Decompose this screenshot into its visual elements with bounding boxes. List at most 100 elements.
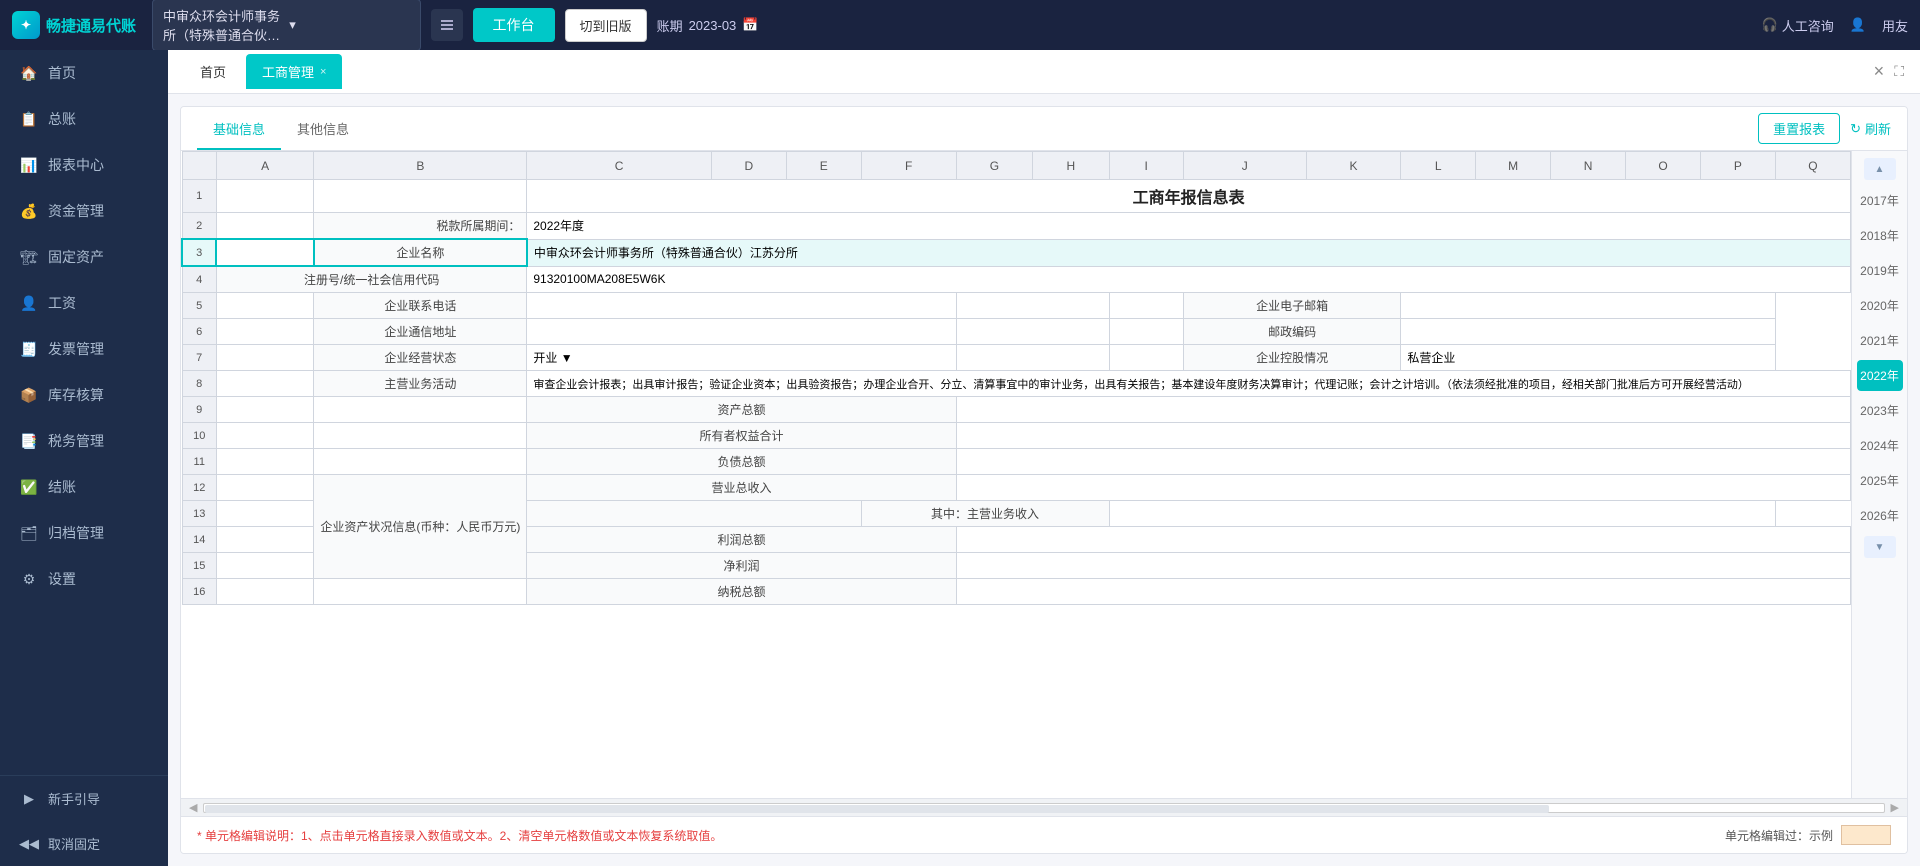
year-scroll-up[interactable]: ▲ [1864, 158, 1896, 180]
cell-10-b[interactable] [314, 423, 527, 449]
sidebar-item-settings[interactable]: ⚙ 设置 [0, 556, 168, 602]
scrollbar-thumb[interactable] [205, 805, 1548, 813]
company-settings-icon[interactable] [431, 9, 463, 41]
sheet-main[interactable]: A B C D E F G H I J [181, 151, 1851, 798]
cell-5-i[interactable] [1109, 293, 1183, 319]
scrollbar-track[interactable] [203, 803, 1884, 813]
cell-2-c[interactable]: 2022年度 [527, 213, 1851, 240]
sidebar-item-report[interactable]: 📊 报表中心 [0, 142, 168, 188]
year-item-2024[interactable]: 2024年 [1857, 430, 1903, 461]
cell-9-b[interactable] [314, 397, 527, 423]
cell-12-a[interactable] [216, 475, 313, 501]
scroll-right-arrow[interactable]: ▶ [1891, 801, 1899, 814]
year-item-2017[interactable]: 2017年 [1857, 185, 1903, 216]
sub-tab-other[interactable]: 其他信息 [281, 109, 365, 150]
cell-6-c[interactable] [527, 319, 956, 345]
cell-7-b[interactable]: 企业经营状态 [314, 345, 527, 371]
sidebar-item-home[interactable]: 🏠 首页 [0, 50, 168, 96]
sidebar-item-settle[interactable]: ✅ 结账 [0, 464, 168, 510]
sidebar-item-invoice[interactable]: 🧾 发票管理 [0, 326, 168, 372]
window-expand-icon[interactable]: ⛶ [1894, 63, 1904, 80]
year-item-2022[interactable]: 2022年 [1857, 360, 1903, 391]
cell-5-b[interactable]: 企业联系电话 [314, 293, 527, 319]
cell-11-b[interactable] [314, 449, 527, 475]
cell-10-a[interactable] [216, 423, 313, 449]
cell-6-a[interactable] [216, 319, 313, 345]
sub-tab-basic[interactable]: 基础信息 [197, 109, 281, 150]
cell-11-g[interactable] [956, 449, 1850, 475]
year-item-2018[interactable]: 2018年 [1857, 220, 1903, 251]
cell-15-a[interactable] [216, 553, 313, 579]
cell-5-j[interactable]: 企业电子邮箱 [1183, 293, 1400, 319]
cell-6-k[interactable] [1401, 319, 1776, 345]
cell-14-g[interactable] [956, 527, 1850, 553]
cell-7-j[interactable]: 企业控股情况 [1183, 345, 1400, 371]
cell-16-g[interactable] [956, 579, 1850, 605]
user-name[interactable]: 用友 [1882, 16, 1908, 35]
switch-old-button[interactable]: 切到旧版 [565, 9, 647, 42]
sidebar-item-assets[interactable]: 🏗 固定资产 [0, 234, 168, 280]
cell-1-b[interactable] [314, 180, 527, 213]
cell-13-e[interactable]: 其中：主营业务收入 [861, 501, 1109, 527]
cell-13-a[interactable] [216, 501, 313, 527]
tab-close-icon[interactable]: × [320, 66, 326, 78]
cell-5-g[interactable] [956, 293, 1109, 319]
cell-16-a[interactable] [216, 579, 313, 605]
workbench-button[interactable]: 工作台 [473, 8, 555, 42]
year-scroll-down[interactable]: ▼ [1864, 536, 1896, 558]
sidebar-item-archive[interactable]: 🗂 归档管理 [0, 510, 168, 556]
cell-12-b[interactable]: 企业资产状况信息(币种：人民币万元) [314, 475, 527, 579]
cell-7-i[interactable] [1109, 345, 1183, 371]
cell-4-ab[interactable]: 注册号/统一社会信用代码 [216, 266, 526, 293]
sidebar-item-tax[interactable]: 📑 税务管理 [0, 418, 168, 464]
sidebar-item-finance[interactable]: 💰 资金管理 [0, 188, 168, 234]
cell-2-b[interactable]: 税款所属期间： [314, 213, 527, 240]
year-item-2026[interactable]: 2026年 [1857, 500, 1903, 531]
calendar-icon[interactable]: 📅 [742, 17, 758, 33]
cell-6-b[interactable]: 企业通信地址 [314, 319, 527, 345]
cell-11-a[interactable] [216, 449, 313, 475]
cell-16-c[interactable]: 纳税总额 [527, 579, 956, 605]
cell-7-k[interactable]: 私营企业 [1401, 345, 1776, 371]
refresh-button[interactable]: ↻ 刷新 [1850, 119, 1891, 138]
cell-12-c[interactable]: 营业总收入 [527, 475, 956, 501]
cell-8-c[interactable]: 审查企业会计报表；出具审计报告；验证企业资本；出具验资报告；办理企业合开、分立、… [527, 371, 1851, 397]
sidebar-item-guide[interactable]: ▶ 新手引导 [0, 776, 168, 821]
cell-10-g[interactable] [956, 423, 1850, 449]
cell-7-a[interactable] [216, 345, 313, 371]
cell-5-c[interactable] [527, 293, 956, 319]
tab-home[interactable]: 首页 [184, 54, 242, 89]
cell-6-j[interactable]: 邮政编码 [1183, 319, 1400, 345]
cell-12-g[interactable] [956, 475, 1850, 501]
cell-3-a[interactable] [216, 239, 313, 266]
tab-commerce[interactable]: 工商管理 × [246, 54, 342, 89]
sidebar-item-ledger[interactable]: 📋 总账 [0, 96, 168, 142]
year-item-2023[interactable]: 2023年 [1857, 395, 1903, 426]
consultant-button[interactable]: 🎧 人工咨询 [1762, 16, 1834, 35]
cell-3-c[interactable]: 中审众环会计师事务所（特殊普通合伙）江苏分所 [527, 239, 1851, 266]
cell-7-c[interactable]: 开业 ▼ [527, 345, 956, 371]
cell-4-c[interactable]: 91320100MA208E5W6K [527, 266, 1851, 293]
cell-title[interactable]: 工商年报信息表 [527, 180, 1851, 213]
cell-16-b[interactable] [314, 579, 527, 605]
cell-2-a[interactable] [216, 213, 313, 240]
horizontal-scrollbar[interactable]: ◀ ▶ [181, 798, 1907, 816]
year-item-2025[interactable]: 2025年 [1857, 465, 1903, 496]
cell-13-c[interactable] [527, 501, 861, 527]
cell-7-g[interactable] [956, 345, 1109, 371]
cell-15-g[interactable] [956, 553, 1850, 579]
cell-9-g[interactable] [956, 397, 1850, 423]
cell-8-a[interactable] [216, 371, 313, 397]
year-item-2020[interactable]: 2020年 [1857, 290, 1903, 321]
cell-13-h[interactable] [1109, 501, 1775, 527]
cell-9-a[interactable] [216, 397, 313, 423]
cell-11-c[interactable]: 负债总额 [527, 449, 956, 475]
year-item-2021[interactable]: 2021年 [1857, 325, 1903, 356]
sidebar-item-salary[interactable]: 👤 工资 [0, 280, 168, 326]
reset-report-button[interactable]: 重置报表 [1758, 113, 1840, 144]
year-item-2019[interactable]: 2019年 [1857, 255, 1903, 286]
window-close-icon[interactable]: × [1874, 61, 1885, 82]
sidebar-item-inventory[interactable]: 📦 库存核算 [0, 372, 168, 418]
cell-5-a[interactable] [216, 293, 313, 319]
cell-3-b[interactable]: 企业名称 [314, 239, 527, 266]
